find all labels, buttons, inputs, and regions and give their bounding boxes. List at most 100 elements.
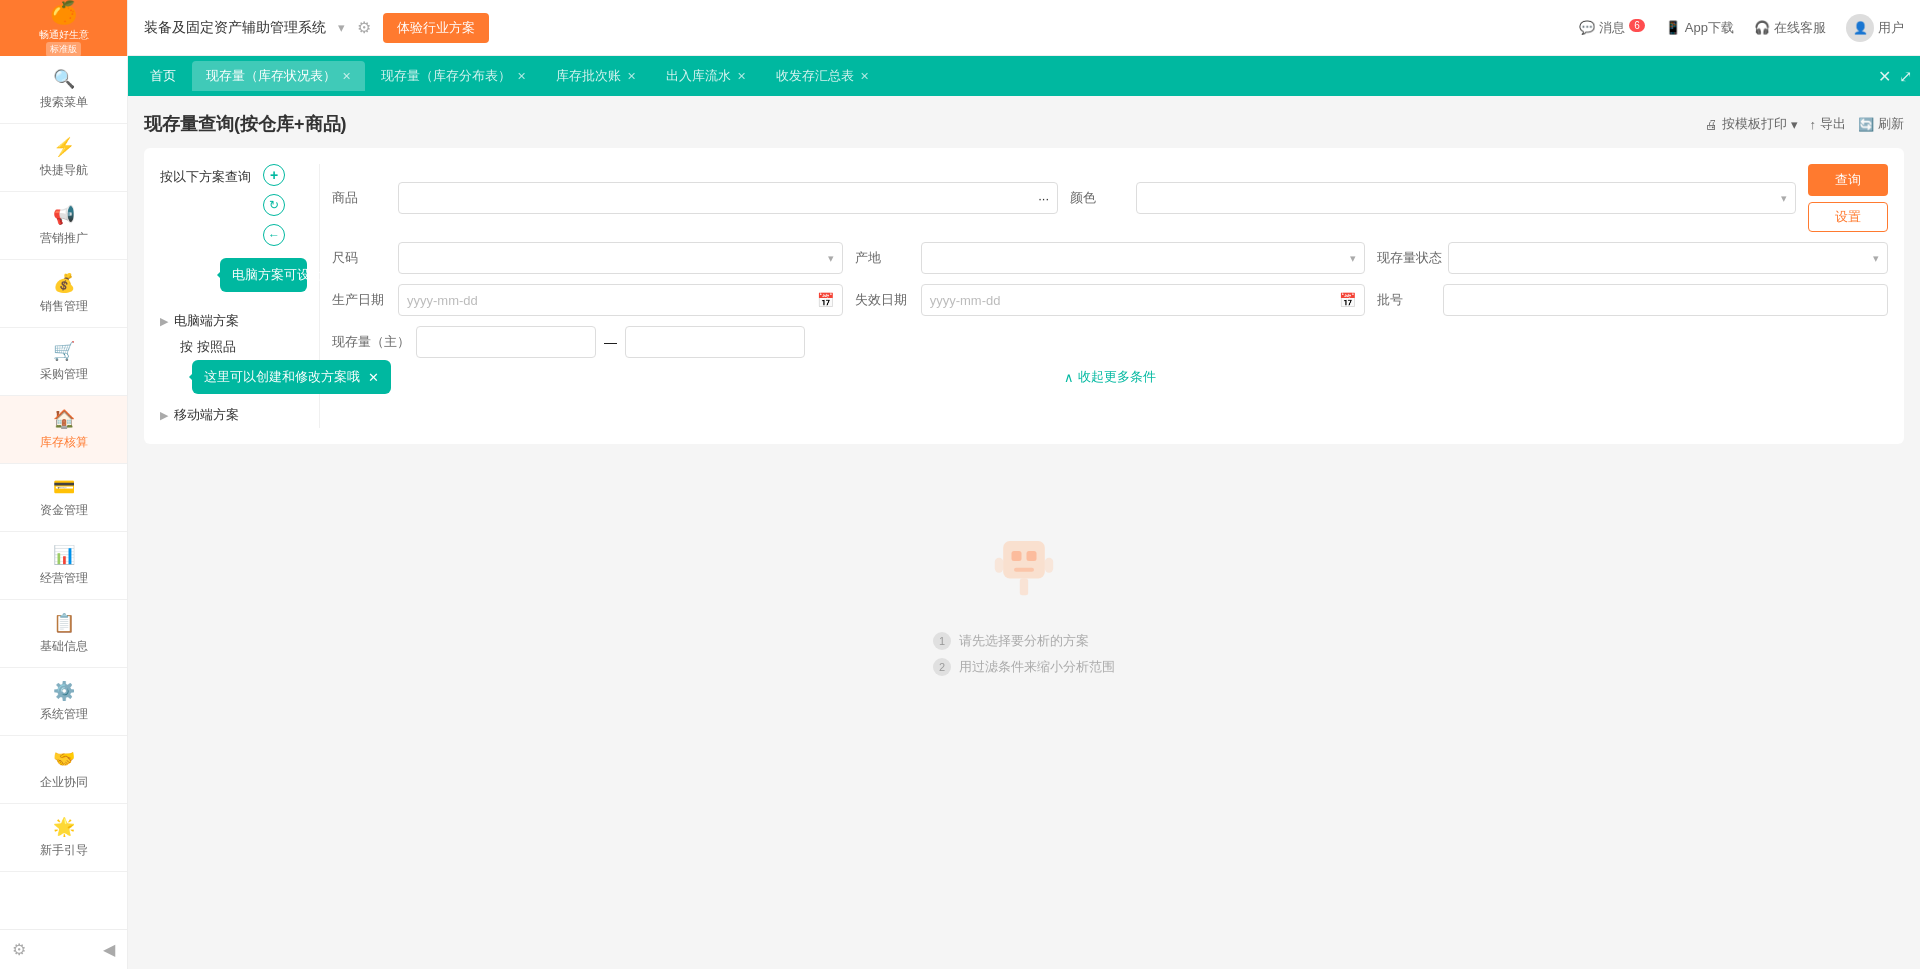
step-num-2: 2 (933, 658, 951, 676)
tab-fullscreen-icon[interactable]: ⤢ (1899, 67, 1912, 86)
collapse-bar[interactable]: ∧ 收起更多条件 (332, 358, 1888, 396)
svg-rect-3 (1014, 568, 1034, 572)
sidebar-item-operations-label: 经营管理 (40, 570, 88, 587)
tab-inout-flow[interactable]: 出入库流水 ✕ (652, 61, 760, 91)
empty-steps: 1 请先选择要分析的方案 2 用过滤条件来缩小分析范围 (933, 632, 1115, 676)
sidebar-item-marketing-label: 营销推广 (40, 230, 88, 247)
scheme-pc-child[interactable]: 按 按照品 (180, 334, 307, 360)
page-title: 现存量查询(按仓库+商品) (144, 112, 347, 136)
tree-arrow-mobile: ▶ (160, 409, 168, 422)
sidebar-item-purchase-label: 采购管理 (40, 366, 88, 383)
sidebar-item-sales-label: 销售管理 (40, 298, 88, 315)
setting-button[interactable]: 设置 (1808, 202, 1888, 232)
color-select[interactable]: ▾ (1136, 182, 1796, 214)
search-button[interactable]: 查询 (1808, 164, 1888, 196)
filter-row-1: 商品 ··· 颜色 ▾ (332, 164, 1888, 232)
message-item[interactable]: 💬 消息 6 (1579, 19, 1645, 37)
app-logo: 🍊 畅通好生意 标准版 (0, 0, 127, 56)
refresh-label: 刷新 (1878, 115, 1904, 133)
svg-rect-2 (1027, 551, 1037, 561)
sidebar-item-base-label: 基础信息 (40, 638, 88, 655)
product-select[interactable]: ··· (398, 182, 1058, 214)
support-icon: 🎧 (1754, 20, 1770, 35)
sidebar-item-inventory-label: 库存核算 (40, 434, 88, 451)
settings-bottom-icon[interactable]: ⚙ (12, 940, 26, 959)
field-size: 尺码 ▾ (332, 242, 843, 274)
sidebar-item-system[interactable]: ⚙️ 系统管理 (0, 668, 127, 736)
tab-inventory-status-close[interactable]: ✕ (342, 70, 351, 83)
collapse-icon: ∧ (1064, 370, 1074, 385)
collapse-sidebar-icon[interactable]: ◀ (103, 940, 115, 959)
size-select[interactable]: ▾ (398, 242, 843, 274)
user-label: 用户 (1878, 19, 1904, 37)
stock-status-select[interactable]: ▾ (1448, 242, 1888, 274)
sidebar-item-base[interactable]: 📋 基础信息 (0, 600, 127, 668)
app-download-item[interactable]: 📱 App下载 (1665, 19, 1734, 37)
tab-recv-summary[interactable]: 收发存汇总表 ✕ (762, 61, 883, 91)
tab-close-all-icon[interactable]: ✕ (1878, 67, 1891, 86)
header-gear-icon[interactable]: ⚙ (357, 18, 371, 37)
sidebar-item-finance[interactable]: 💳 资金管理 (0, 464, 127, 532)
expire-date-start[interactable]: yyyy-mm-dd 📅 (921, 284, 1366, 316)
filter-row-4: 现存量（主） — (332, 326, 1888, 358)
batch-input[interactable] (1443, 284, 1888, 316)
sidebar-item-sales[interactable]: 💰 销售管理 (0, 260, 127, 328)
sidebar-item-guide[interactable]: 🌟 新手引导 (0, 804, 127, 872)
scheme-pc-label: 电脑端方案 (174, 312, 239, 330)
sidebar-item-quicknav[interactable]: ⚡ 快捷导航 (0, 124, 127, 192)
scheme-pc-item[interactable]: ▶ 电脑端方案 (160, 308, 307, 334)
online-support-item[interactable]: 🎧 在线客服 (1754, 19, 1826, 37)
tab-recv-summary-close[interactable]: ✕ (860, 70, 869, 83)
tab-inventory-status-label: 现存量（库存状况表） (206, 67, 336, 85)
scheme-refresh-button[interactable]: ↻ (263, 194, 285, 216)
sidebar-item-search[interactable]: 🔍 搜索菜单 (0, 56, 127, 124)
sidebar-item-cooperation[interactable]: 🤝 企业协同 (0, 736, 127, 804)
main-area: 装备及固定资产辅助管理系统 ▾ ⚙ 体验行业方案 💬 消息 6 📱 App下载 … (128, 0, 1920, 969)
sidebar-item-purchase[interactable]: 🛒 采购管理 (0, 328, 127, 396)
produce-date-start[interactable]: yyyy-mm-dd 📅 (398, 284, 843, 316)
tab-inventory-status[interactable]: 现存量（库存状况表） ✕ (192, 61, 365, 91)
stock-qty-min[interactable] (416, 326, 596, 358)
user-item[interactable]: 👤 用户 (1846, 14, 1904, 42)
origin-select[interactable]: ▾ (921, 242, 1366, 274)
filter-panel: 按以下方案查询 + ↻ ← 电脑方案可设为移动方案哦 ✕ (144, 148, 1904, 444)
stock-qty-sep: — (604, 335, 617, 350)
sidebar-item-operations[interactable]: 📊 经营管理 (0, 532, 127, 600)
print-btn[interactable]: 🖨 按模板打印 ▾ (1705, 115, 1798, 133)
scheme-edit-tooltip-close[interactable]: ✕ (368, 370, 379, 385)
produce-date-start-placeholder: yyyy-mm-dd (407, 293, 478, 308)
online-support-label: 在线客服 (1774, 19, 1826, 37)
tab-batch-account[interactable]: 库存批次账 ✕ (542, 61, 650, 91)
field-stock-qty: 现存量（主） — (332, 326, 1888, 358)
quicknav-icon: ⚡ (53, 136, 75, 158)
svg-rect-4 (1020, 579, 1028, 596)
produce-date-start-cal: 📅 (817, 292, 834, 308)
system-dropdown-icon[interactable]: ▾ (338, 20, 345, 35)
svg-rect-0 (1003, 541, 1045, 579)
scheme-mobile-label: 移动端方案 (174, 406, 239, 424)
sidebar-item-inventory[interactable]: 🏠 库存核算 (0, 396, 127, 464)
sidebar-item-search-label: 搜索菜单 (40, 94, 88, 111)
scheme-add-button[interactable]: + (263, 164, 285, 186)
tab-home[interactable]: 首页 (136, 61, 190, 91)
tab-inventory-dist-close[interactable]: ✕ (517, 70, 526, 83)
sidebar-item-marketing[interactable]: 📢 营销推广 (0, 192, 127, 260)
stock-qty-max[interactable] (625, 326, 805, 358)
filter-header: 按以下方案查询 + ↻ ← (160, 164, 307, 246)
tab-inventory-dist[interactable]: 现存量（库存分布表） ✕ (367, 61, 540, 91)
base-icon: 📋 (53, 612, 75, 634)
field-color: 颜色 ▾ (1070, 182, 1796, 214)
scheme-edit-tooltip: 这里可以创建和修改方案哦 ✕ (192, 360, 391, 394)
color-chevron: ▾ (1781, 192, 1787, 205)
scheme-back-button[interactable]: ← (263, 224, 285, 246)
page-content: 现存量查询(按仓库+商品) 🖨 按模板打印 ▾ ↑ 导出 🔄 刷新 (128, 96, 1920, 969)
step-num-1: 1 (933, 632, 951, 650)
scheme-mobile-item[interactable]: ▶ 移动端方案 (160, 402, 307, 428)
tab-batch-account-close[interactable]: ✕ (627, 70, 636, 83)
tab-inout-flow-close[interactable]: ✕ (737, 70, 746, 83)
export-btn[interactable]: ↑ 导出 (1810, 115, 1847, 133)
experience-button[interactable]: 体验行业方案 (383, 13, 489, 43)
search-action-col: 查询 设置 (1808, 164, 1888, 232)
collapse-label: 收起更多条件 (1078, 368, 1156, 386)
refresh-btn[interactable]: 🔄 刷新 (1858, 115, 1904, 133)
